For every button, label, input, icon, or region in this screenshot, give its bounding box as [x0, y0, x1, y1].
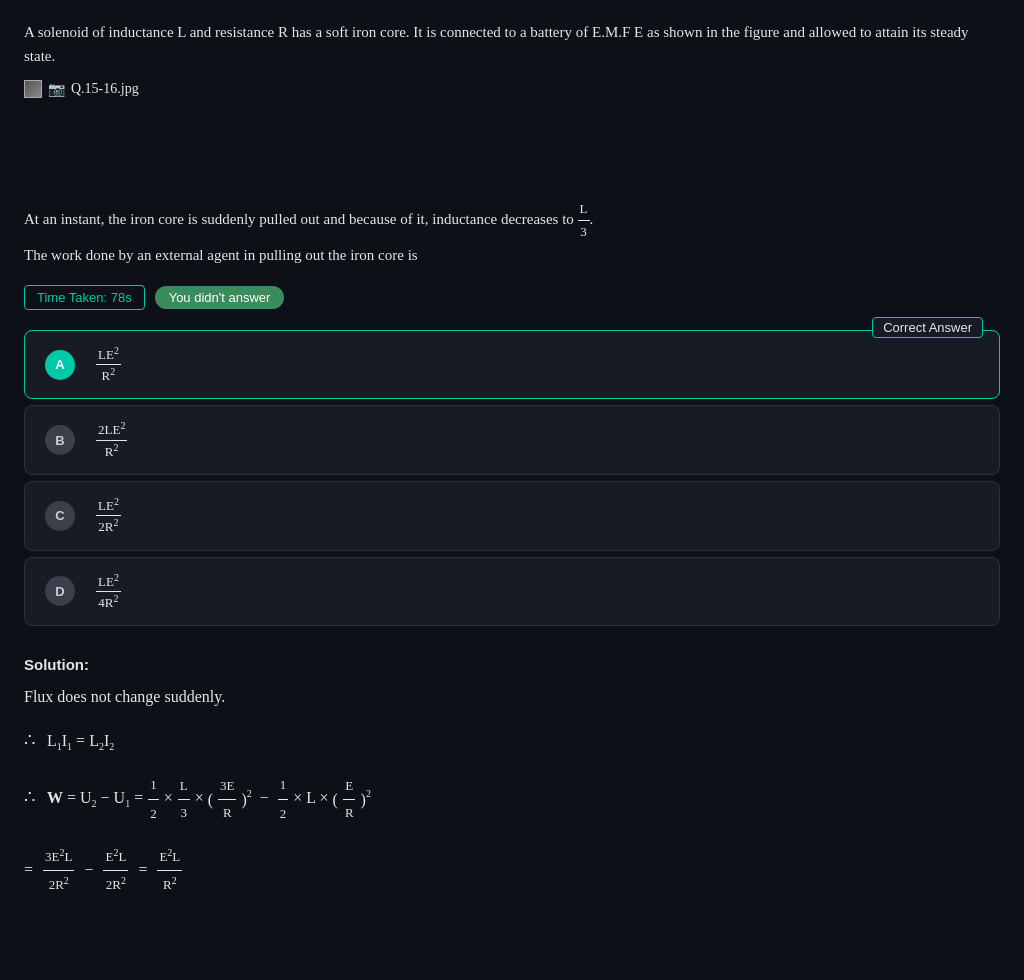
option-d-row[interactable]: D LE2 4R2 — [24, 557, 1000, 627]
option-c-formula: LE2 2R2 — [95, 496, 122, 536]
correct-answer-label: Correct Answer — [872, 317, 983, 338]
option-d-formula: LE2 4R2 — [95, 572, 122, 612]
solution-line2: ∴ L1I1 = L2I2 — [24, 722, 1000, 758]
question-text: A solenoid of inductance L and resistanc… — [24, 20, 1000, 68]
option-b-formula: 2LE2 R2 — [95, 420, 128, 460]
solution-section: Solution: Flux does not change suddenly.… — [24, 656, 1000, 898]
question-image: 📷 Q.15-16.jpg — [24, 80, 1000, 98]
solution-line4: = 3E2L 2R2 − E2L 2R2 = E2L R2 — [24, 843, 1000, 899]
solution-line1: Flux does not change suddenly. — [24, 683, 1000, 712]
option-d-letter: D — [45, 576, 75, 606]
options-container: Correct Answer A LE2 R2 B 2LE2 R2 C LE2 … — [24, 330, 1000, 627]
option-a-letter: A — [45, 350, 75, 380]
no-answer-badge: You didn't answer — [155, 286, 285, 309]
badges-row: Time Taken: 78s You didn't answer — [24, 285, 1000, 310]
option-a-row[interactable]: Correct Answer A LE2 R2 — [24, 330, 1000, 400]
option-c-row[interactable]: C LE2 2R2 — [24, 481, 1000, 551]
option-b-row[interactable]: B 2LE2 R2 — [24, 405, 1000, 475]
sub-question-text: At an instant, the iron core is suddenly… — [24, 198, 1000, 269]
image-label: Q.15-16.jpg — [71, 81, 139, 97]
option-c-letter: C — [45, 501, 75, 531]
sub-text-line2: The work done by an external agent in pu… — [24, 243, 1000, 269]
sub-text-line1: At an instant, the iron core is suddenly… — [24, 198, 1000, 243]
image-icon: 📷 — [48, 81, 65, 98]
option-b-letter: B — [45, 425, 75, 455]
option-a-formula: LE2 R2 — [95, 345, 122, 385]
solution-line3: ∴ W = U2 − U1 = 1 2 × L 3 × ( 3E R )2 − … — [24, 772, 1000, 827]
time-badge: Time Taken: 78s — [24, 285, 145, 310]
solution-label: Solution: — [24, 656, 1000, 673]
